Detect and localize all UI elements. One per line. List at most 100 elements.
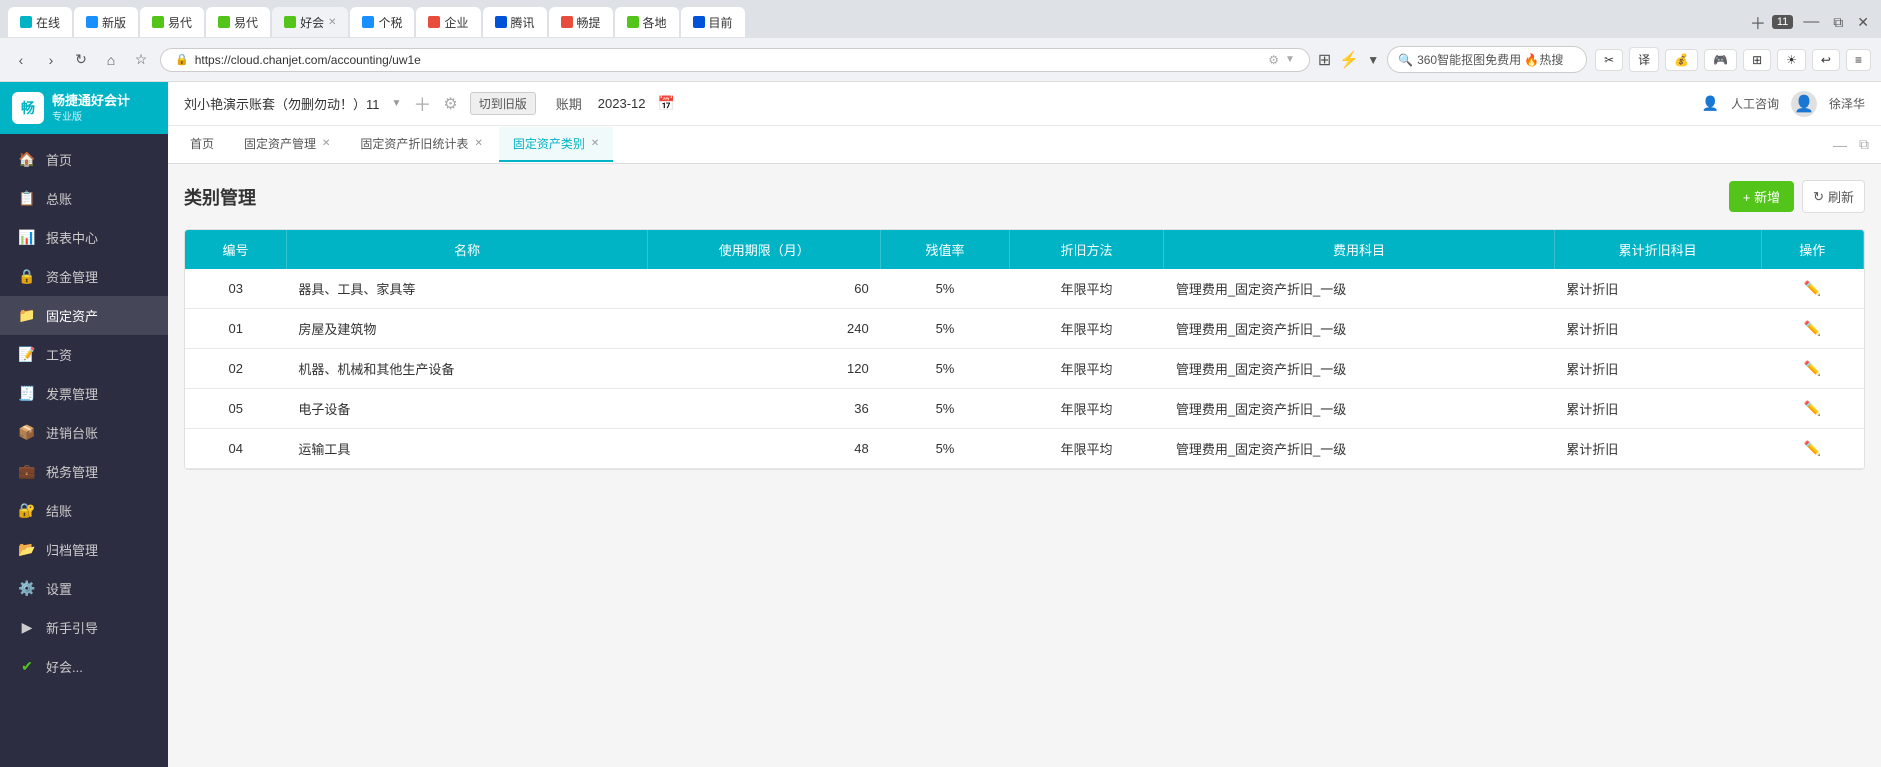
calendar-icon[interactable]: 📅 — [658, 95, 675, 112]
dropdown-arrow-icon[interactable]: ▼ — [392, 98, 402, 109]
col-header-code: 编号 — [185, 230, 286, 269]
service-label[interactable]: 人工咨询 — [1731, 95, 1779, 112]
col-header-months: 使用期限（月） — [648, 230, 881, 269]
maximize-panel-icon[interactable]: ⧉ — [1855, 136, 1873, 153]
cell-code-4[interactable]: 04 — [185, 429, 286, 469]
sidebar-item-closing[interactable]: 🔐 结账 — [0, 491, 168, 530]
sidebar-item-payroll[interactable]: 📝 工资 — [0, 335, 168, 374]
wallet-btn[interactable]: 💰 — [1665, 49, 1698, 71]
forward-btn[interactable]: › — [40, 49, 62, 71]
bookmark-btn[interactable]: ☆ — [130, 49, 152, 71]
edit-icon-3[interactable]: ✏️ — [1804, 400, 1821, 416]
add-button[interactable]: + 新增 — [1729, 181, 1794, 212]
data-table-wrapper: 编号 名称 使用期限（月） 残值率 折旧方法 费用科目 累计折旧科目 操作 03… — [184, 229, 1865, 470]
edit-icon-2[interactable]: ✏️ — [1804, 360, 1821, 376]
table-row: 04 运输工具 48 5% 年限平均 管理费用_固定资产折旧_一级 累计折旧 ✏… — [185, 429, 1864, 469]
translate-btn[interactable]: 译 — [1629, 47, 1659, 72]
browser-tab-tencent[interactable]: 腾讯 — [483, 7, 547, 37]
cell-action-2[interactable]: ✏️ — [1761, 349, 1863, 389]
cell-expense-4: 管理费用_固定资产折旧_一级 — [1164, 429, 1554, 469]
close-tab-depreciation[interactable]: ✕ — [474, 138, 482, 149]
cell-code-0[interactable]: 03 — [185, 269, 286, 309]
menu-btn[interactable]: ≡ — [1846, 49, 1871, 71]
reload-btn[interactable]: ↻ — [70, 49, 92, 71]
cell-action-1[interactable]: ✏️ — [1761, 309, 1863, 349]
tab-depreciation-table[interactable]: 固定资产折旧统计表 ✕ — [346, 127, 496, 162]
sidebar-item-home[interactable]: 🏠 首页 — [0, 140, 168, 179]
cell-action-4[interactable]: ✏️ — [1761, 429, 1863, 469]
extensions-icon[interactable]: ⊞ — [1318, 50, 1331, 70]
browser-tab-gedi[interactable]: 各地 — [615, 7, 679, 37]
close-tab-haohui[interactable]: ✕ — [328, 17, 336, 28]
sidebar-label-haohui: 好会... — [46, 657, 83, 676]
cell-action-0[interactable]: ✏️ — [1761, 269, 1863, 309]
sidebar-item-funds[interactable]: 🔒 资金管理 — [0, 257, 168, 296]
sidebar-item-settings[interactable]: ⚙️ 设置 — [0, 569, 168, 608]
sidebar-label-payroll: 工资 — [46, 345, 72, 364]
scissors-btn[interactable]: ✂ — [1595, 49, 1623, 71]
cell-code-2[interactable]: 02 — [185, 349, 286, 389]
site-settings-icon[interactable]: ⚙ — [1268, 53, 1279, 67]
add-account-btn[interactable]: ＋ — [413, 91, 431, 117]
browser-tab-qiye[interactable]: 企业 — [416, 7, 480, 37]
tab-asset-category[interactable]: 固定资产类别 ✕ — [499, 127, 613, 162]
sidebar-item-fixed-assets[interactable]: 📁 固定资产 — [0, 296, 168, 335]
new-tab-btn[interactable]: ＋ — [1750, 10, 1766, 34]
cell-rate-4: 5% — [881, 429, 1010, 469]
browser-tab-yidai2[interactable]: 易代 — [206, 7, 270, 37]
cell-expense-2: 管理费用_固定资产折旧_一级 — [1164, 349, 1554, 389]
sidebar-item-archive[interactable]: 📂 归档管理 — [0, 530, 168, 569]
home-btn[interactable]: ⌂ — [100, 49, 122, 71]
undo-btn[interactable]: ↩ — [1812, 49, 1840, 71]
tab-home[interactable]: 首页 — [176, 127, 228, 162]
ledger-icon: 📋 — [18, 190, 36, 208]
close-tab-category[interactable]: ✕ — [591, 138, 599, 149]
browser-tab-haohui[interactable]: 好会 ✕ — [272, 7, 348, 37]
back-btn[interactable]: ‹ — [10, 49, 32, 71]
edit-icon-1[interactable]: ✏️ — [1804, 320, 1821, 336]
sidebar-item-inventory[interactable]: 📦 进销台账 — [0, 413, 168, 452]
page-tab-bar: 首页 固定资产管理 ✕ 固定资产折旧统计表 ✕ 固定资产类别 ✕ — ⧉ — [168, 126, 1881, 164]
power-icon[interactable]: ⚡ — [1339, 50, 1359, 70]
sidebar-item-ledger[interactable]: 📋 总账 — [0, 179, 168, 218]
close-tab-fixed-asset-mgmt[interactable]: ✕ — [322, 138, 330, 149]
sidebar-item-haohui[interactable]: ✔ 好会... — [0, 647, 168, 686]
sidebar-item-guide[interactable]: ▶ 新手引导 — [0, 608, 168, 647]
refresh-button[interactable]: ↻ 刷新 — [1802, 180, 1865, 213]
address-text: https://cloud.chanjet.com/accounting/uw1… — [195, 53, 1263, 67]
cell-method-4: 年限平均 — [1009, 429, 1164, 469]
minimize-panel-icon[interactable]: — — [1829, 137, 1851, 153]
cell-code-3[interactable]: 05 — [185, 389, 286, 429]
address-bar[interactable]: 🔒 https://cloud.chanjet.com/accounting/u… — [160, 48, 1310, 72]
edit-icon-4[interactable]: ✏️ — [1804, 440, 1821, 456]
minimize-btn[interactable]: — — [1799, 13, 1823, 31]
close-btn[interactable]: ✕ — [1853, 14, 1873, 31]
username: 徐泽华 — [1829, 95, 1865, 112]
header-actions: + 新增 ↻ 刷新 — [1729, 180, 1865, 213]
nav-dropdown[interactable]: ▼ — [1367, 53, 1379, 67]
browser-tab-muqian[interactable]: 目前 — [681, 7, 745, 37]
browser-tab-new[interactable]: 新版 — [74, 7, 138, 37]
address-dropdown[interactable]: ▼ — [1285, 54, 1295, 65]
browser-tab-geshuii[interactable]: 个税 — [350, 7, 414, 37]
avatar-icon: 👤 — [1794, 94, 1814, 114]
brightness-btn[interactable]: ☀ — [1777, 49, 1806, 71]
restore-btn[interactable]: ⧉ — [1829, 14, 1847, 31]
switch-to-old-btn[interactable]: 切到旧版 — [470, 92, 536, 115]
sidebar-item-reports[interactable]: 📊 报表中心 — [0, 218, 168, 257]
sidebar-item-invoice[interactable]: 🧾 发票管理 — [0, 374, 168, 413]
settings-icon: ⚙️ — [18, 580, 36, 598]
cell-code-1[interactable]: 01 — [185, 309, 286, 349]
tab-fixed-asset-mgmt[interactable]: 固定资产管理 ✕ — [230, 127, 344, 162]
edit-icon-0[interactable]: ✏️ — [1804, 280, 1821, 296]
search-bar[interactable]: 🔍 360智能抠图免费用 🔥热搜 — [1387, 46, 1587, 73]
browser-tab-yidai1[interactable]: 易代 — [140, 7, 204, 37]
browser-tab-online[interactable]: 在线 — [8, 7, 72, 37]
sidebar-item-tax[interactable]: 💼 税务管理 — [0, 452, 168, 491]
col-header-action: 操作 — [1761, 230, 1863, 269]
settings-icon[interactable]: ⚙ — [443, 94, 457, 114]
cell-action-3[interactable]: ✏️ — [1761, 389, 1863, 429]
grid-btn[interactable]: ⊞ — [1743, 49, 1771, 71]
game-btn[interactable]: 🎮 — [1704, 49, 1737, 71]
browser-tab-changti[interactable]: 畅提 — [549, 7, 613, 37]
